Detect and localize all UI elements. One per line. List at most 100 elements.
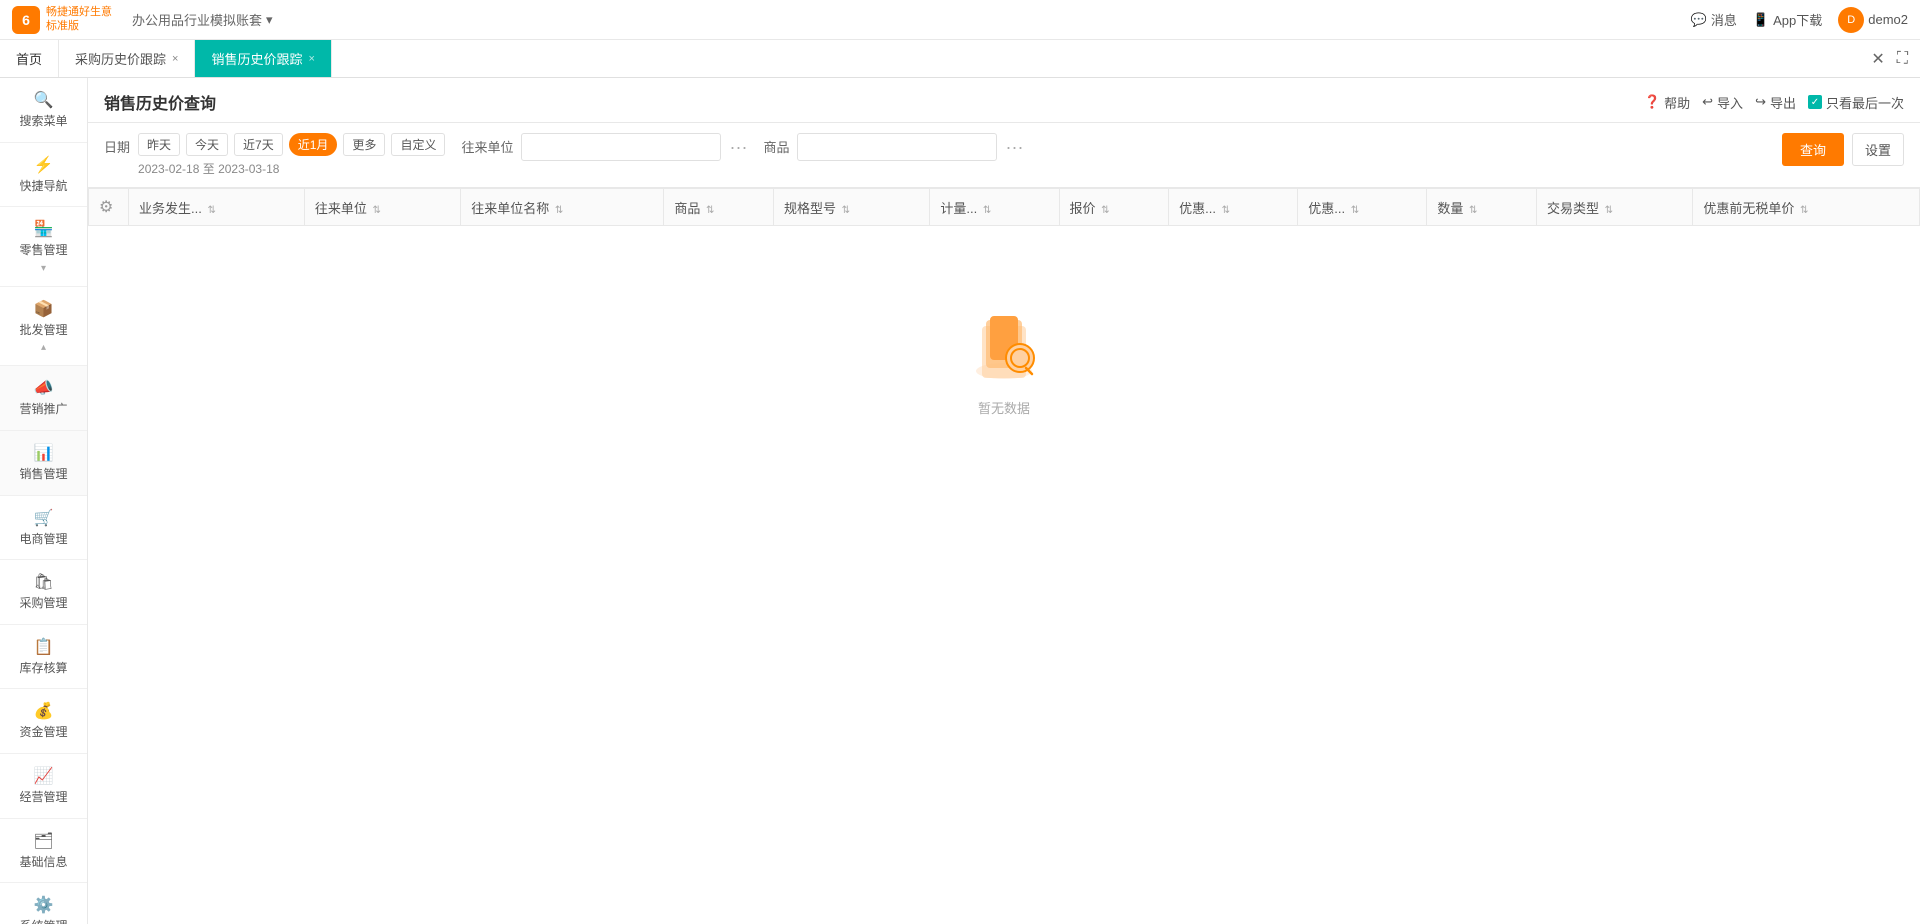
empty-state: 暂无数据 (88, 226, 1920, 497)
partner-label: 往来单位 (461, 133, 513, 156)
empty-text: 暂无数据 (978, 398, 1030, 417)
message-label: 消息 (1711, 10, 1737, 29)
basic-icon: 🗂 (33, 831, 53, 851)
app-selector[interactable]: 办公用品行业模拟账套 ▾ (132, 10, 273, 29)
only-last-checkbox[interactable]: ✓ 只看最后一次 (1808, 93, 1904, 112)
sidebar-item-inventory-label: 库存核算 (19, 661, 67, 677)
sort-icon: ⇅ (1800, 205, 1808, 216)
th-price[interactable]: 报价 ⇅ (1059, 189, 1169, 226)
content: 销售历史价查询 ❓ 帮助 ↩ 导入 ↪ 导出 ✓ 只看最后一次 (88, 78, 1920, 924)
sidebar-item-purchase[interactable]: 🛍 采购管理 (0, 560, 87, 625)
th-discount1[interactable]: 优惠... ⇅ (1169, 189, 1298, 226)
tabbar: 首页 采购历史价跟踪 × 销售历史价跟踪 × ✕ ⛶ (0, 40, 1920, 78)
filter-date-options: 昨天 今天 近7天 近1月 更多 自定义 2023-02-18 至 2023-0… (138, 133, 445, 177)
th-pretax-price[interactable]: 优惠前无税单价 ⇅ (1693, 189, 1920, 226)
user-area[interactable]: D demo2 (1838, 7, 1908, 33)
product-input-dots[interactable]: ··· (1005, 137, 1023, 158)
sidebar-item-shortcut[interactable]: ⚡ 快捷导航 (0, 143, 87, 208)
business-icon: 📈 (34, 766, 54, 786)
data-table: ⚙ 业务发生... ⇅ 往来单位 ⇅ 往来单位名称 ⇅ 商品 ⇅ 规格型号 ⇅ … (88, 188, 1920, 226)
filter-date-group: 日期 昨天 今天 近7天 近1月 更多 自定义 2023-02-18 至 202… (104, 133, 445, 177)
date-btn-today[interactable]: 今天 (186, 133, 228, 156)
import-btn[interactable]: ↩ 导入 (1702, 93, 1743, 112)
logo-text: 畅捷通好生意 标准版 (46, 6, 112, 32)
tab-purchase-history-close[interactable]: × (172, 53, 178, 65)
message-btn[interactable]: 💬 消息 (1691, 10, 1737, 29)
th-spec[interactable]: 规格型号 ⇅ (774, 189, 930, 226)
tab-home[interactable]: 首页 (0, 40, 59, 77)
close-tab-icon[interactable]: ✕ (1871, 49, 1884, 69)
download-icon: 📱 (1753, 12, 1769, 28)
page-title: 销售历史价查询 (104, 90, 216, 114)
purchase-icon: 🛍 (33, 572, 53, 592)
tab-home-label: 首页 (16, 49, 42, 68)
partner-input[interactable] (521, 133, 721, 161)
filter-actions: 查询 设置 (1782, 133, 1904, 166)
sidebar-item-ecommerce-label: 电商管理 (19, 532, 67, 548)
sort-icon: ⇅ (983, 205, 991, 216)
finance-icon: 💰 (34, 701, 54, 721)
sales-mgr-icon: 📊 (34, 443, 54, 463)
sidebar-item-business-label: 经营管理 (19, 790, 67, 806)
tab-sales-history[interactable]: 销售历史价跟踪 × (195, 40, 331, 77)
logo-icon: 6 (12, 6, 40, 34)
sidebar-item-ecommerce[interactable]: 🛒 电商管理 (0, 496, 87, 561)
table-header-row: ⚙ 业务发生... ⇅ 往来单位 ⇅ 往来单位名称 ⇅ 商品 ⇅ 规格型号 ⇅ … (89, 189, 1920, 226)
topbar: 6 畅捷通好生意 标准版 办公用品行业模拟账套 ▾ 💬 消息 📱 App下载 D… (0, 0, 1920, 40)
date-btn-7days[interactable]: 近7天 (234, 133, 283, 156)
date-btn-custom[interactable]: 自定义 (391, 133, 445, 156)
sidebar-item-business[interactable]: 📈 经营管理 (0, 754, 87, 819)
message-icon: 💬 (1691, 12, 1707, 28)
tab-purchase-history[interactable]: 采购历史价跟踪 × (59, 40, 195, 77)
tab-sales-history-close[interactable]: × (308, 53, 314, 65)
topbar-right: 💬 消息 📱 App下载 D demo2 (1691, 7, 1908, 33)
th-trade-type[interactable]: 交易类型 ⇅ (1537, 189, 1693, 226)
sidebar-item-finance[interactable]: 💰 资金管理 (0, 689, 87, 754)
date-btn-1month[interactable]: 近1月 (289, 133, 338, 156)
th-discount2[interactable]: 优惠... ⇅ (1298, 189, 1427, 226)
date-range-display: 2023-02-18 至 2023-03-18 (138, 160, 445, 177)
tab-sales-history-label: 销售历史价跟踪 (211, 49, 302, 68)
date-btn-yesterday[interactable]: 昨天 (138, 133, 180, 156)
table-area: ⚙ 业务发生... ⇅ 往来单位 ⇅ 往来单位名称 ⇅ 商品 ⇅ 规格型号 ⇅ … (88, 188, 1920, 924)
export-btn[interactable]: ↪ 导出 (1755, 93, 1796, 112)
import-icon: ↩ (1702, 94, 1713, 110)
sort-icon: ⇅ (706, 205, 714, 216)
user-name: demo2 (1868, 12, 1908, 27)
table-header: ⚙ 业务发生... ⇅ 往来单位 ⇅ 往来单位名称 ⇅ 商品 ⇅ 规格型号 ⇅ … (89, 189, 1920, 226)
sidebar-item-inventory[interactable]: 📋 库存核算 (0, 625, 87, 690)
gear-icon[interactable]: ⚙ (99, 199, 113, 216)
sidebar-item-sales-mgr[interactable]: 📊 销售管理 (0, 431, 87, 496)
sidebar-item-system[interactable]: ⚙️ 系统管理 (0, 883, 87, 924)
sidebar-item-basic[interactable]: 🗂 基础信息 (0, 819, 87, 884)
chevron-down-icon: ▾ (266, 12, 273, 28)
date-btn-more[interactable]: 更多 (343, 133, 385, 156)
th-unit[interactable]: 计量... ⇅ (930, 189, 1059, 226)
import-label: 导入 (1717, 93, 1743, 112)
sidebar-item-wholesale-label: 批发管理 (19, 323, 67, 339)
chevron-down-icon: ▾ (41, 263, 46, 274)
marketing-icon: 📣 (34, 378, 54, 398)
partner-input-dots[interactable]: ··· (729, 137, 747, 158)
settings-button[interactable]: 设置 (1852, 133, 1904, 166)
sidebar-item-search[interactable]: 🔍 搜索菜单 (0, 78, 87, 143)
system-icon: ⚙️ (34, 895, 54, 915)
sort-icon: ⇅ (207, 205, 215, 216)
app-download-btn[interactable]: 📱 App下载 (1753, 10, 1822, 29)
th-partner-name[interactable]: 往来单位名称 ⇅ (461, 189, 664, 226)
sidebar-item-wholesale[interactable]: 📦 批发管理 ▴ (0, 287, 87, 367)
sidebar-item-retail[interactable]: 🏪 零售管理 ▾ (0, 207, 87, 287)
th-partner-code[interactable]: 往来单位 ⇅ (304, 189, 460, 226)
product-input[interactable] (797, 133, 997, 161)
help-icon: ❓ (1644, 94, 1660, 110)
sidebar-item-marketing[interactable]: 📣 营销推广 (0, 366, 87, 431)
maximize-icon[interactable]: ⛶ (1897, 50, 1908, 68)
page-header-actions: ❓ 帮助 ↩ 导入 ↪ 导出 ✓ 只看最后一次 (1644, 93, 1904, 112)
th-biz-date[interactable]: 业务发生... ⇅ (129, 189, 305, 226)
th-qty[interactable]: 数量 ⇅ (1427, 189, 1537, 226)
empty-icon (964, 306, 1044, 386)
ecommerce-icon: 🛒 (34, 508, 54, 528)
th-product[interactable]: 商品 ⇅ (664, 189, 774, 226)
help-btn[interactable]: ❓ 帮助 (1644, 93, 1690, 112)
query-button[interactable]: 查询 (1782, 133, 1844, 166)
